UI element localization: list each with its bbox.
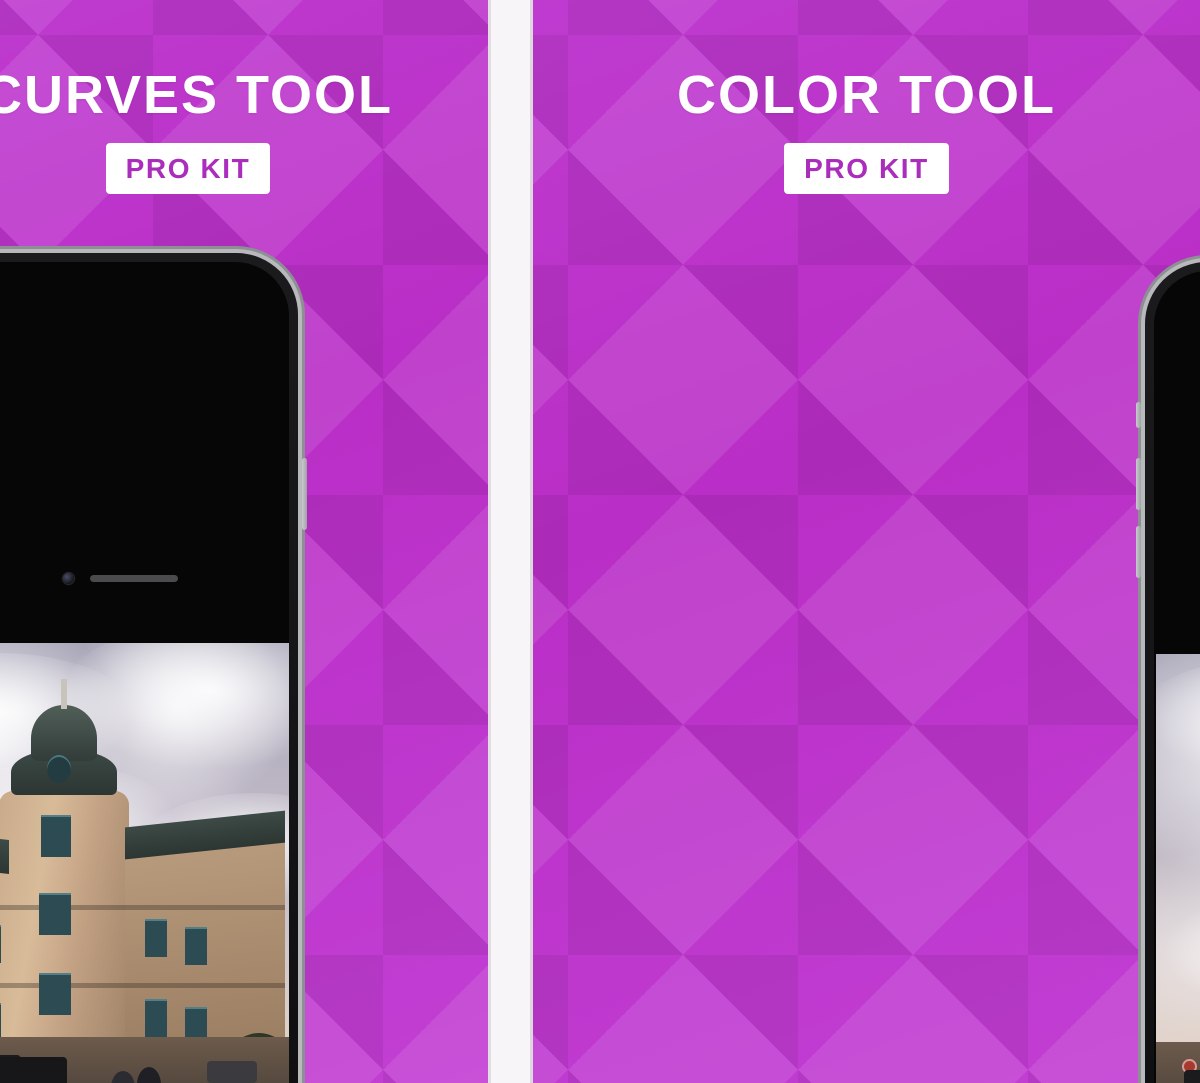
panel-header-color: COLOR TOOL PRO KIT	[533, 0, 1200, 194]
page-title: COLOR TOOL	[677, 65, 1056, 125]
parked-car	[207, 1061, 257, 1083]
front-camera-icon	[63, 573, 74, 584]
panel-divider	[488, 0, 533, 1083]
window	[145, 919, 167, 957]
volume-up-button[interactable]	[1136, 458, 1141, 510]
pro-kit-badge: PRO KIT	[784, 143, 949, 194]
pro-kit-badge: PRO KIT	[105, 143, 271, 194]
promo-panel-curves: CURVES TOOL PRO KIT	[0, 0, 488, 1083]
parked-car	[0, 1057, 67, 1083]
phone-mockup-left: cks Shadows Midtones Highlights Whites	[0, 253, 307, 1083]
window	[0, 1003, 1, 1041]
tower-spire	[61, 679, 67, 709]
window	[41, 815, 71, 857]
panel-header-curves: CURVES TOOL PRO KIT	[0, 0, 488, 194]
window	[145, 999, 167, 1037]
power-button[interactable]	[302, 458, 307, 530]
phone-screen-right	[1156, 654, 1200, 1083]
promo-panel-color: COLOR TOOL PRO KIT	[533, 0, 1200, 1083]
mute-switch[interactable]	[1136, 402, 1141, 428]
oculus-window	[47, 755, 71, 783]
parked-car	[1184, 1070, 1200, 1083]
window	[39, 893, 71, 935]
window	[185, 927, 207, 965]
screenshot-root: CURVES TOOL PRO KIT COLOR TOOL PRO KIT	[0, 0, 1200, 1083]
window	[39, 973, 71, 1015]
page-title: CURVES TOOL	[0, 65, 394, 125]
earpiece-speaker	[90, 575, 178, 582]
photo-canvas-curves[interactable]	[0, 643, 289, 1083]
volume-down-button[interactable]	[1136, 526, 1141, 578]
phone-mockup-right	[1136, 262, 1200, 1083]
window	[0, 925, 1, 963]
phone-screen-left: cks Shadows Midtones Highlights Whites	[0, 643, 289, 1083]
photo-canvas-color[interactable]	[1156, 654, 1200, 1083]
